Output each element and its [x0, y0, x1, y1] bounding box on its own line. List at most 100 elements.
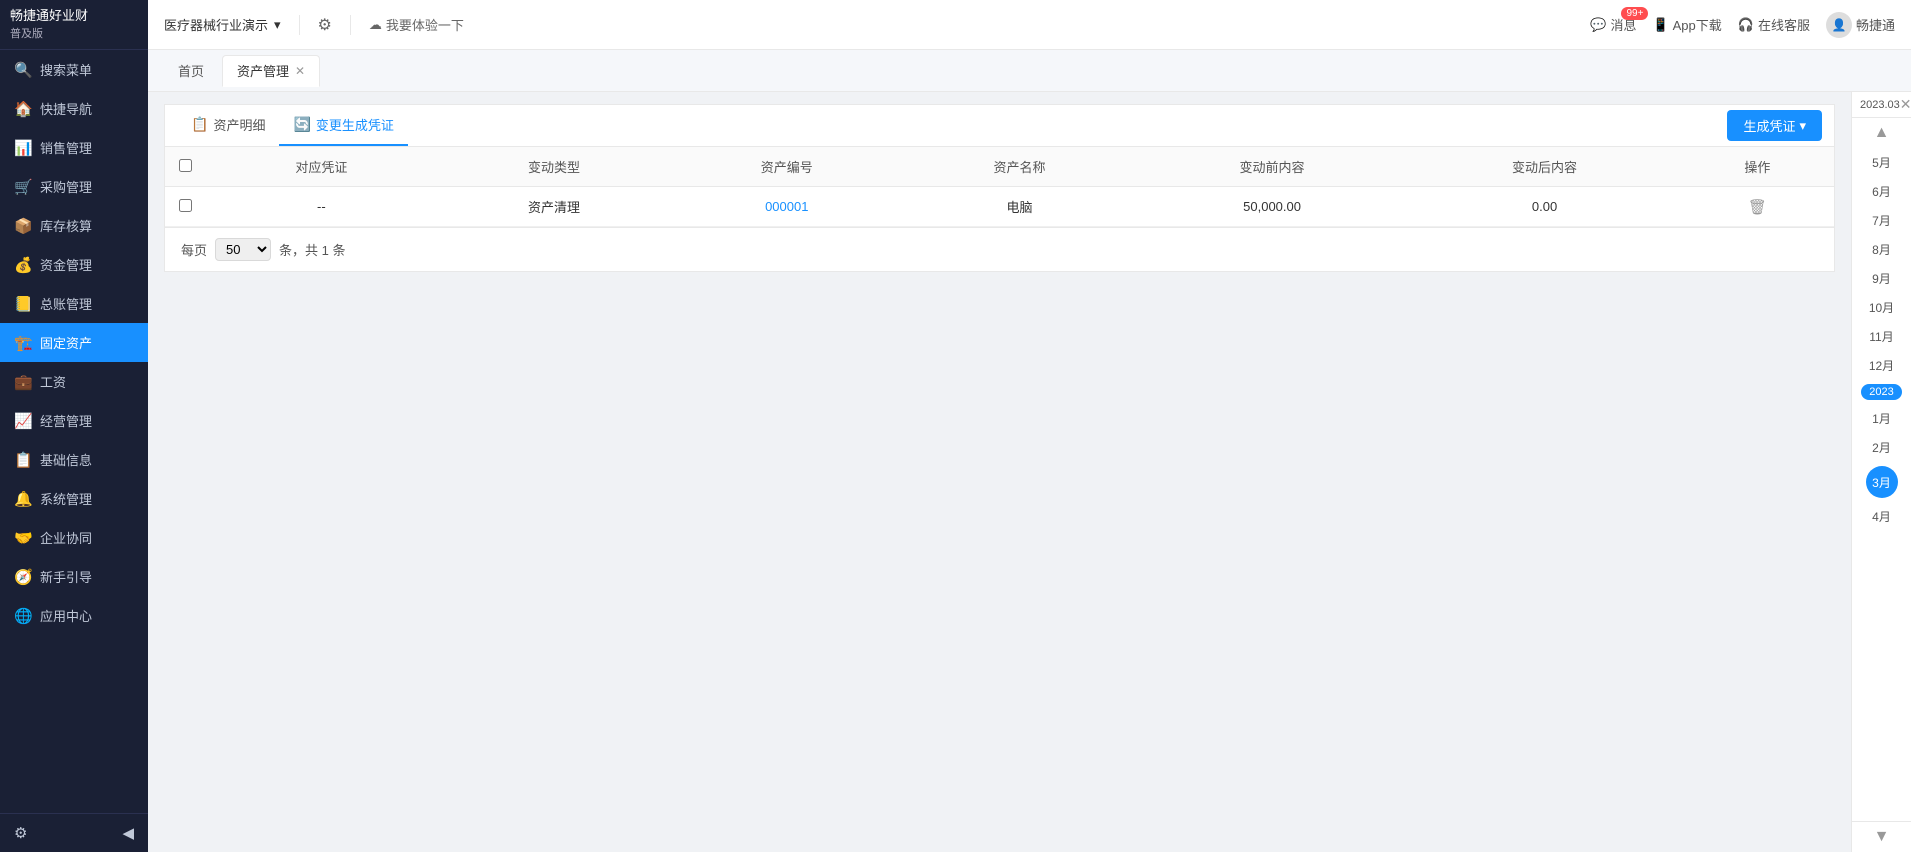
sidebar-collapse-icon[interactable]: ◀	[122, 824, 134, 842]
header-right: 💬 消息 99+ 📱 App下载 🎧 在线客服 👤 畅捷通	[1590, 12, 1895, 38]
user-btn[interactable]: 👤 畅捷通	[1826, 12, 1895, 38]
sidebar-item-label: 经营管理	[40, 411, 92, 430]
sidebar-item-icon: 📋	[14, 451, 32, 469]
date-month-6月[interactable]: 6月	[1852, 177, 1911, 206]
date-month-2023-4月[interactable]: 4月	[1852, 502, 1911, 531]
delete-icon[interactable]: 🗑	[1748, 199, 1767, 216]
sidebar-item-销售管理[interactable]: 📊 销售管理	[0, 128, 148, 167]
row-checkbox-cell	[165, 187, 205, 227]
date-month-11月[interactable]: 11月	[1852, 322, 1911, 351]
panel-year-label: 2023.03	[1860, 99, 1900, 111]
date-month-9月[interactable]: 9月	[1852, 264, 1911, 293]
sidebar-item-采购管理[interactable]: 🛒 采购管理	[0, 167, 148, 206]
panel-controls: 2023.03 ✕ ⤢	[1852, 92, 1911, 118]
generate-voucher-btn[interactable]: 生成凭证 ▾	[1727, 110, 1822, 141]
th-change-type: 变动类型	[438, 147, 671, 187]
avatar-icon: 👤	[1832, 18, 1847, 32]
sidebar-item-label: 销售管理	[40, 138, 92, 157]
sidebar-logo: 畅捷通好业财 普及版	[0, 0, 148, 50]
sidebar-nav: 🔍 搜索菜单 🏠 快捷导航 📊 销售管理 🛒 采购管理 📦 库存核算 💰 资金管…	[0, 50, 148, 813]
table-container: 📋 资产明细 🔄 变更生成凭证 生成凭证 ▾	[164, 104, 1835, 272]
inner-tabs: 📋 资产明细 🔄 变更生成凭证 生成凭证 ▾	[165, 105, 1834, 147]
tab-asset-detail[interactable]: 📋 资产明细	[177, 105, 279, 146]
sidebar-item-系统管理[interactable]: 🔔 系统管理	[0, 479, 148, 518]
company-selector[interactable]: 医疗器械行业演示 ▾	[164, 15, 281, 34]
date-month-12月[interactable]: 12月	[1852, 351, 1911, 380]
tab-asset-management[interactable]: 资产管理 ✕	[222, 55, 320, 87]
tab-change-voucher[interactable]: 🔄 变更生成凭证	[279, 105, 407, 146]
row-checkbox[interactable]	[179, 199, 192, 212]
row-asset-name: 电脑	[903, 187, 1136, 227]
sidebar-item-固定资产[interactable]: 🏗️ 固定资产	[0, 323, 148, 362]
right-panel: 2023.03 ✕ ⤢ ▲ 5月6月7月8月9月10月11月12月20231月2…	[1851, 92, 1911, 852]
tab-asset-detail-label: 资产明细	[213, 115, 265, 134]
top-header: 医疗器械行业演示 ▾ ⚙ ☁ 我要体验一下 💬 消息 99+ 📱 App下载 🎧…	[148, 0, 1911, 50]
company-name: 医疗器械行业演示	[164, 15, 268, 34]
date-month-5月[interactable]: 5月	[1852, 148, 1911, 177]
th-after: 变动后内容	[1408, 147, 1681, 187]
date-scroll: 5月6月7月8月9月10月11月12月 2023 1月2月 3月 4月	[1852, 148, 1911, 821]
sidebar-item-工资[interactable]: 💼 工资	[0, 362, 148, 401]
sidebar-item-企业协同[interactable]: 🤝 企业协同	[0, 518, 148, 557]
tab-home[interactable]: 首页	[164, 55, 218, 87]
app-edition: 普及版	[10, 25, 88, 41]
panel-close-icon[interactable]: ✕	[1900, 96, 1911, 113]
panel-scroll-up-btn[interactable]: ▲	[1852, 118, 1911, 148]
main-area: 医疗器械行业演示 ▾ ⚙ ☁ 我要体验一下 💬 消息 99+ 📱 App下载 🎧…	[148, 0, 1911, 852]
service-btn[interactable]: 🎧 在线客服	[1738, 15, 1810, 34]
sidebar-item-label: 新手引导	[40, 567, 92, 586]
user-label: 畅捷通	[1856, 15, 1895, 34]
sidebar-item-快捷导航[interactable]: 🏠 快捷导航	[0, 89, 148, 128]
date-month-10月[interactable]: 10月	[1852, 293, 1911, 322]
date-month-2023-3月[interactable]: 3月	[1866, 466, 1898, 498]
content-area: 📋 资产明细 🔄 变更生成凭证 生成凭证 ▾	[148, 92, 1911, 852]
row-action: 🗑	[1681, 187, 1834, 227]
sidebar-item-icon: 🌐	[14, 607, 32, 625]
date-month-2023-2月[interactable]: 2月	[1852, 433, 1911, 462]
sidebar-item-应用中心[interactable]: 🌐 应用中心	[0, 596, 148, 635]
messages-badge: 99+	[1621, 7, 1648, 20]
sidebar-item-label: 固定资产	[40, 333, 92, 352]
trial-label: 我要体验一下	[386, 15, 464, 34]
date-month-2023-1月[interactable]: 1月	[1852, 404, 1911, 433]
sidebar-item-资金管理[interactable]: 💰 资金管理	[0, 245, 148, 284]
sidebar-item-label: 库存核算	[40, 216, 92, 235]
tab-change-voucher-label: 变更生成凭证	[316, 115, 394, 134]
sidebar-bottom: ⚙ ◀	[0, 813, 148, 852]
sidebar-item-label: 工资	[40, 372, 66, 391]
sidebar-settings-icon[interactable]: ⚙	[14, 824, 27, 842]
sidebar-item-icon: 💼	[14, 373, 32, 391]
settings-icon[interactable]: ⚙	[318, 15, 332, 35]
trial-btn[interactable]: ☁ 我要体验一下	[369, 15, 464, 34]
sidebar-item-经营管理[interactable]: 📈 经营管理	[0, 401, 148, 440]
select-all-checkbox[interactable]	[179, 159, 192, 172]
per-page-select[interactable]: 50 10 20 100	[215, 238, 271, 261]
sidebar-item-搜索菜单[interactable]: 🔍 搜索菜单	[0, 50, 148, 89]
row-asset-no: 000001	[670, 187, 903, 227]
date-month-8月[interactable]: 8月	[1852, 235, 1911, 264]
sidebar-item-icon: 📒	[14, 295, 32, 313]
header-divider2	[350, 15, 351, 35]
th-action: 操作	[1681, 147, 1834, 187]
sidebar-item-新手引导[interactable]: 🧭 新手引导	[0, 557, 148, 596]
service-icon: 🎧	[1738, 17, 1754, 33]
messages-btn[interactable]: 💬 消息 99+	[1590, 15, 1636, 34]
sidebar-item-label: 快捷导航	[40, 99, 92, 118]
sidebar-item-库存核算[interactable]: 📦 库存核算	[0, 206, 148, 245]
service-label: 在线客服	[1758, 15, 1810, 34]
sidebar-item-总账管理[interactable]: 📒 总账管理	[0, 284, 148, 323]
th-asset-no: 资产编号	[670, 147, 903, 187]
avatar: 👤	[1826, 12, 1852, 38]
row-after: 0.00	[1408, 187, 1681, 227]
download-btn[interactable]: 📱 App下载	[1652, 15, 1721, 34]
table-body: -- 资产清理 000001 电脑 50,000.00 0.00 🗑	[165, 187, 1834, 227]
asset-detail-icon: 📋	[191, 116, 208, 133]
panel-scroll-down-btn[interactable]: ▼	[1852, 821, 1911, 852]
tab-close-icon[interactable]: ✕	[295, 64, 305, 78]
tab-home-label: 首页	[178, 61, 204, 80]
table-header-row: 对应凭证 变动类型 资产编号 资产名称 变动前内容 变动后内容 操作	[165, 147, 1834, 187]
date-month-7月[interactable]: 7月	[1852, 206, 1911, 235]
year-marker-2023: 2023	[1861, 384, 1901, 400]
total-label: 条，共 1 条	[279, 240, 345, 259]
sidebar-item-基础信息[interactable]: 📋 基础信息	[0, 440, 148, 479]
